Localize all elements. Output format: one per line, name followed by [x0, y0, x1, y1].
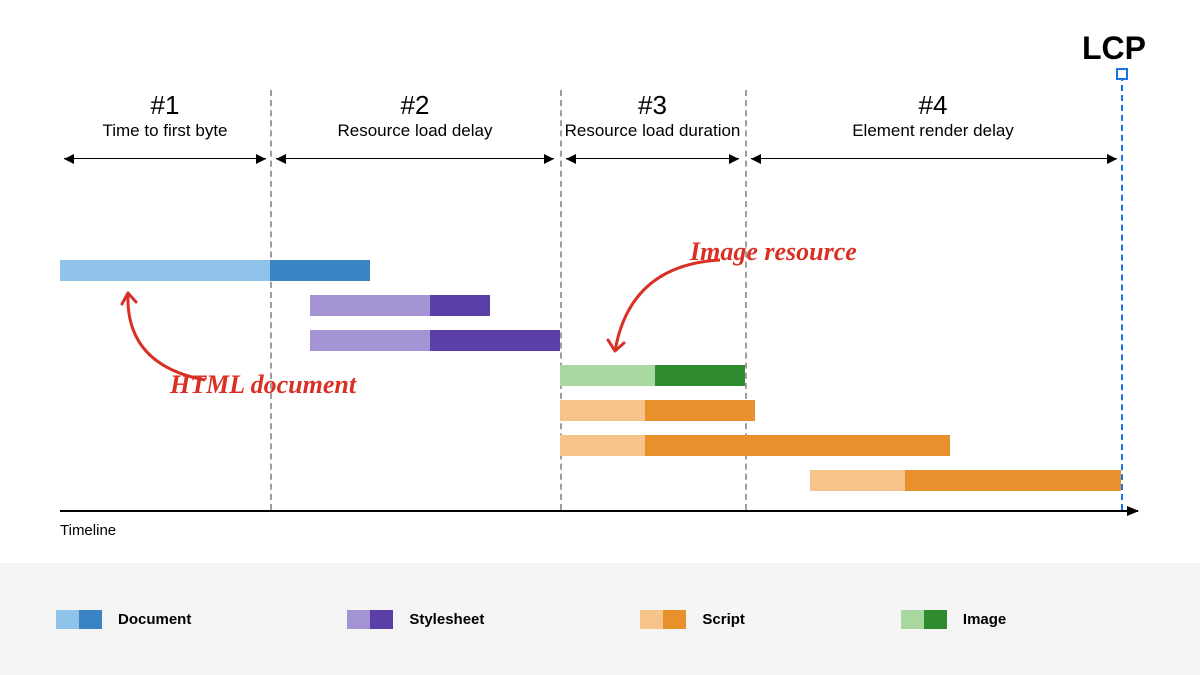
- legend-script: Script: [640, 610, 745, 629]
- legend: Document Stylesheet Script Image: [0, 563, 1200, 675]
- phase-4-num: #4: [745, 90, 1121, 121]
- bar-script-1: [560, 400, 755, 421]
- phase-4-header: #4 Element render delay: [745, 90, 1121, 141]
- lcp-marker: [1116, 68, 1128, 80]
- legend-stylesheet: Stylesheet: [347, 610, 484, 629]
- phase-2-label: Resource load delay: [270, 121, 560, 141]
- phase-2-num: #2: [270, 90, 560, 121]
- legend-swatch-stylesheet: [347, 610, 393, 629]
- legend-label-stylesheet: Stylesheet: [409, 611, 484, 628]
- phase-2-header: #2 Resource load delay: [270, 90, 560, 141]
- bar-stylesheet-2: [310, 330, 560, 351]
- phase-1-header: #1 Time to first byte: [60, 90, 270, 141]
- annotation-html-doc: HTML document: [170, 370, 356, 400]
- diagram-canvas: { "title": "LCP", "axis_label": "Timelin…: [0, 0, 1200, 675]
- legend-label-script: Script: [702, 611, 745, 628]
- phase-divider-1: [270, 90, 272, 510]
- range-arrow-2: [276, 158, 554, 159]
- range-arrow-4: [751, 158, 1117, 159]
- timeline-label: Timeline: [60, 522, 116, 539]
- bar-document: [60, 260, 370, 281]
- range-arrow-1: [64, 158, 266, 159]
- legend-label-image: Image: [963, 611, 1006, 628]
- legend-image: Image: [901, 610, 1006, 629]
- legend-label-document: Document: [118, 611, 191, 628]
- bar-image: [560, 365, 745, 386]
- legend-swatch-script: [640, 610, 686, 629]
- timeline-axis: [60, 510, 1138, 512]
- legend-swatch-image: [901, 610, 947, 629]
- phase-1-num: #1: [60, 90, 270, 121]
- bar-script-3: [810, 470, 1121, 491]
- phase-3-num: #3: [560, 90, 745, 121]
- phase-1-label: Time to first byte: [60, 121, 270, 141]
- phase-3-header: #3 Resource load duration: [560, 90, 745, 141]
- bar-script-2: [560, 435, 950, 456]
- lcp-title: LCP: [1082, 30, 1146, 67]
- annotation-image-res: Image resource: [690, 237, 857, 267]
- legend-swatch-document: [56, 610, 102, 629]
- phase-4-label: Element render delay: [745, 121, 1121, 141]
- range-arrow-3: [566, 158, 739, 159]
- annotation-arrow-image: [610, 255, 730, 365]
- lcp-line: [1121, 75, 1123, 510]
- phase-3-label: Resource load duration: [560, 121, 745, 141]
- bar-stylesheet-1: [310, 295, 490, 316]
- legend-document: Document: [56, 610, 191, 629]
